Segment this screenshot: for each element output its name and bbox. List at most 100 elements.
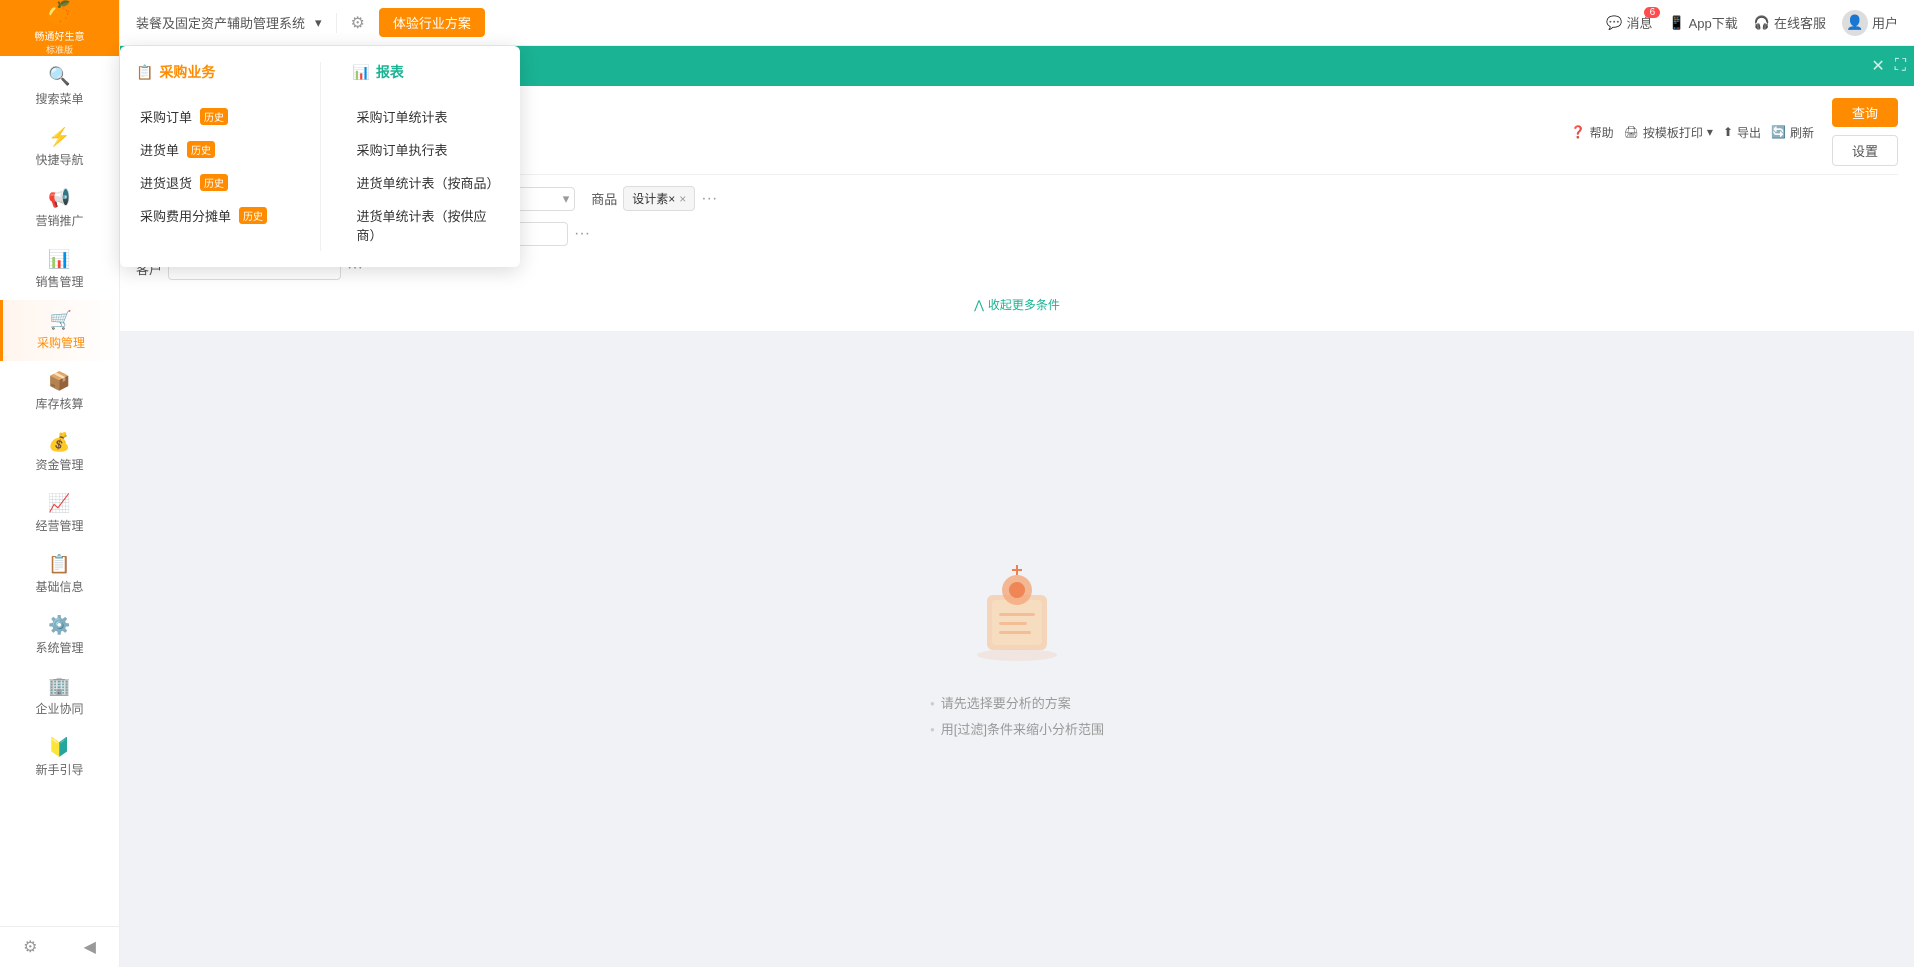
history-badge-2: 历史 — [200, 174, 228, 191]
refresh-button[interactable]: 🔄 刷新 — [1771, 124, 1814, 141]
report-section: 📊 报表 采购订单统计表 采购订单执行表 进货单统计表（按商品） 进货单统计表（… — [353, 62, 505, 251]
sidebar-item-basic-info[interactable]: 📋 基础信息 — [0, 544, 119, 605]
logo-name: 畅通好生意 — [35, 28, 85, 43]
tab-close-window-button[interactable]: ✕ — [1871, 56, 1884, 76]
user-menu[interactable]: 👤 用户 — [1842, 10, 1898, 36]
sidebar-item-system[interactable]: ⚙️ 系统管理 — [0, 605, 119, 666]
sidebar-item-guide[interactable]: 🔰 新手引导 — [0, 727, 119, 788]
sidebar-label-purchase: 采购管理 — [37, 334, 85, 351]
sidebar-item-search[interactable]: 🔍 搜索菜单 — [0, 56, 119, 117]
online-service-label: 在线客服 — [1774, 13, 1826, 32]
finance-icon: 💰 — [48, 432, 70, 453]
dropdown-incoming-stats-supplier[interactable]: 进货单统计表（按供应商） — [353, 199, 505, 251]
goods-tag-remove[interactable]: × — [679, 192, 686, 206]
purchase-section-title: 📋 采购业务 — [136, 62, 288, 88]
empty-state: 请先选择要分析的方案 用[过滤]条件来缩小分析范围 — [120, 331, 1914, 967]
sidebar: 🍊 畅通好生意 标准版 🔍 搜索菜单 ⚡ 快捷导航 📢 营销推广 📊 销售管理 — [0, 0, 120, 967]
sidebar-item-finance[interactable]: 💰 资金管理 — [0, 422, 119, 483]
report-section-title: 📊 报表 — [353, 62, 505, 88]
goods-label: 商品 — [591, 189, 617, 208]
tab-expand-button[interactable]: ⛶ — [1895, 57, 1906, 75]
sidebar-item-quick-nav[interactable]: ⚡ 快捷导航 — [0, 117, 119, 178]
goods-filter-dots[interactable]: ··· — [701, 190, 717, 208]
sidebar-item-purchase[interactable]: 🛒 采购管理 — [0, 300, 119, 361]
marketing-icon: 📢 — [48, 188, 70, 209]
sidebar-item-operations[interactable]: 📈 经营管理 — [0, 483, 119, 544]
message-badge: 6 — [1644, 7, 1660, 18]
operations-icon: 📈 — [48, 493, 70, 514]
industry-solution-button[interactable]: 体验行业方案 — [379, 8, 485, 37]
collapse-filters-row[interactable]: ⋀ 收起更多条件 — [136, 290, 1898, 319]
dropdown-purchase-order[interactable]: 采购订单 历史 — [136, 100, 288, 133]
sidebar-label-guide: 新手引导 — [35, 761, 83, 778]
purchase-section: 📋 采购业务 采购订单 历史 进货单 历史 进货退货 历史 采购费用分摊单 历史 — [136, 62, 288, 251]
sidebar-nav: 🔍 搜索菜单 ⚡ 快捷导航 📢 营销推广 📊 销售管理 🛒 采购管理 📦 — [0, 56, 119, 926]
export-icon: ⬆ — [1723, 125, 1733, 139]
empty-hint-1: 请先选择要分析的方案 — [941, 691, 1071, 717]
collapse-icon: ⋀ — [974, 298, 984, 312]
print-icon: 🖨 — [1624, 125, 1639, 139]
service-icon: 🎧 — [1754, 15, 1770, 31]
dropdown-divider — [320, 62, 321, 251]
purchase-order-exec-label: 采购订单执行表 — [357, 140, 448, 159]
sidebar-item-inventory[interactable]: 📦 库存核算 — [0, 361, 119, 422]
sidebar-item-enterprise[interactable]: 🏢 企业协同 — [0, 666, 119, 727]
incoming-stats-goods-label: 进货单统计表（按商品） — [357, 173, 500, 192]
print-chevron-icon: ▾ — [1707, 125, 1713, 139]
settings-button[interactable]: 设置 — [1832, 135, 1898, 166]
dropdown-purchase-order-stats[interactable]: 采购订单统计表 — [353, 100, 505, 133]
return-label: 进货退货 — [140, 173, 192, 192]
dropdown-purchase-order-exec[interactable]: 采购订单执行表 — [353, 133, 505, 166]
dropdown-return[interactable]: 进货退货 历史 — [136, 166, 288, 199]
basic-info-icon: 📋 — [48, 554, 70, 575]
purchase-order-stats-label: 采购订单统计表 — [357, 107, 448, 126]
sidebar-item-sales[interactable]: 📊 销售管理 — [0, 239, 119, 300]
report-section-icon: 📊 — [353, 64, 370, 81]
logo-badge: 标准版 — [46, 43, 73, 56]
sidebar-label-basic-info: 基础信息 — [35, 578, 83, 595]
collapse-label: 收起更多条件 — [988, 296, 1060, 313]
purchase-order-label: 采购订单 — [140, 107, 192, 126]
dropdown-incoming[interactable]: 进货单 历史 — [136, 133, 288, 166]
print-button[interactable]: 🖨 按模板打印 ▾ — [1624, 124, 1713, 141]
online-service-button[interactable]: 🎧 在线客服 — [1754, 13, 1826, 32]
sidebar-label-inventory: 库存核算 — [35, 395, 83, 412]
search-icon: 🔍 — [48, 66, 70, 87]
dropdown-incoming-stats-goods[interactable]: 进货单统计表（按商品） — [353, 166, 505, 199]
query-button[interactable]: 查询 — [1832, 98, 1898, 127]
sidebar-label-enterprise: 企业协同 — [35, 700, 83, 717]
salesperson-filter-dots[interactable]: ··· — [574, 225, 590, 243]
refresh-label: 刷新 — [1790, 124, 1814, 141]
help-button[interactable]: ❓ 帮助 — [1571, 124, 1614, 141]
purchase-section-label: 采购业务 — [159, 62, 215, 82]
topbar-settings-icon[interactable]: ⚙ — [351, 13, 365, 33]
tabs-right-controls: ✕ ⛶ — [1871, 56, 1906, 76]
app-download-button[interactable]: 📱 App下载 — [1668, 13, 1737, 32]
app-icon: 📱 — [1668, 15, 1684, 31]
topbar: 装餐及固定资产辅助管理系统 ▾ ⚙ 体验行业方案 💬 消息 6 📱 App下载 … — [120, 0, 1914, 46]
sidebar-collapse-button[interactable]: ◀ — [84, 937, 96, 957]
topbar-right: 💬 消息 6 📱 App下载 🎧 在线客服 👤 用户 — [1606, 10, 1898, 36]
purchase-icon: 🛒 — [50, 310, 72, 331]
sidebar-settings-button[interactable]: ⚙ — [23, 937, 37, 957]
sidebar-label-finance: 资金管理 — [35, 456, 83, 473]
topbar-separator — [336, 13, 337, 33]
inventory-icon: 📦 — [48, 371, 70, 392]
dropdown-expense[interactable]: 采购费用分摊单 历史 — [136, 199, 288, 232]
app-download-label: App下载 — [1689, 13, 1738, 32]
sidebar-item-marketing[interactable]: 📢 营销推广 — [0, 178, 119, 239]
sidebar-label-system: 系统管理 — [35, 639, 83, 656]
message-button[interactable]: 💬 消息 6 — [1606, 13, 1652, 32]
system-title: 装餐及固定资产辅助管理系统 — [136, 13, 305, 32]
export-button[interactable]: ⬆ 导出 — [1723, 124, 1761, 141]
system-dropdown[interactable]: ▾ — [315, 15, 322, 31]
sidebar-label-sales: 销售管理 — [35, 273, 83, 290]
empty-state-icon — [957, 555, 1077, 675]
history-badge-3: 历史 — [239, 207, 267, 224]
history-badge-1: 历史 — [187, 141, 215, 158]
guide-icon: 🔰 — [48, 737, 70, 758]
incoming-stats-supplier-label: 进货单统计表（按供应商） — [357, 206, 501, 244]
export-label: 导出 — [1737, 124, 1761, 141]
message-icon: 💬 — [1606, 15, 1622, 31]
incoming-label: 进货单 — [140, 140, 179, 159]
